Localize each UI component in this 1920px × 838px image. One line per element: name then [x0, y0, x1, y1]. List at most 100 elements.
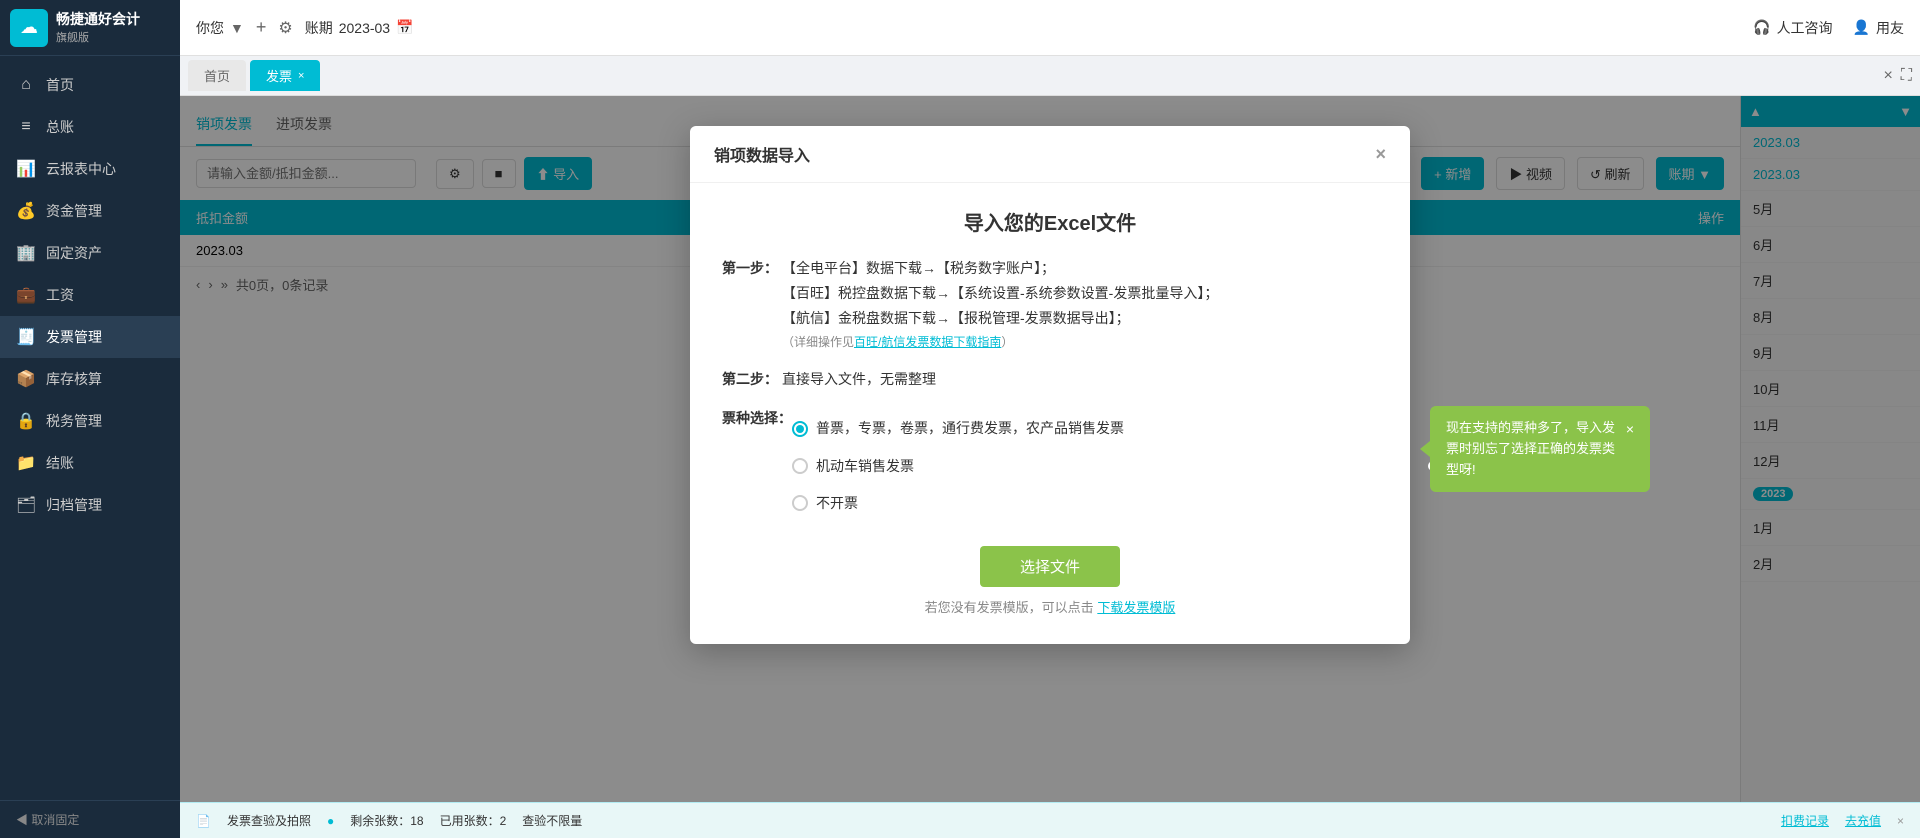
sidebar-item-close[interactable]: 📁 结账 — [0, 442, 180, 484]
window-expand-button[interactable]: ⛶ — [1901, 67, 1912, 85]
user-label: 用友 — [1876, 18, 1904, 38]
salary-icon: 💼 — [16, 285, 36, 305]
radio-noticket-circle — [792, 495, 808, 511]
modal-body: 导入您的Excel文件 第一步： 【全电平台】数据下载→【税务数字账户】； 【百… — [690, 183, 1410, 644]
tabs-bar: 首页 发票 × × ⛶ — [180, 56, 1920, 96]
sidebar-item-label: 发票管理 — [46, 327, 102, 347]
logo-sub: 旗舰版 — [56, 29, 140, 45]
radio-noticket[interactable]: 不开票 — [792, 491, 1378, 516]
status-check: 查验不限量 — [522, 812, 582, 829]
status-dot: ● — [327, 814, 334, 828]
topbar: 你您 ▼ + ⚙ 账期 2023-03 📅 🎧 人工咨询 👤 用友 — [180, 0, 1920, 56]
company-dropdown-icon: ▼ — [230, 20, 244, 36]
sidebar-item-reports[interactable]: 📊 云报表中心 — [0, 148, 180, 190]
tab-home[interactable]: 首页 — [188, 60, 246, 91]
inventory-icon: 📦 — [16, 369, 36, 389]
archive-icon: 🗂 — [16, 495, 36, 515]
step1-row: 第一步： 【全电平台】数据下载→【税务数字账户】； 【百旺】税控盘数据下载→【系… — [722, 256, 1378, 353]
tax-icon: 🔒 — [16, 411, 36, 431]
tab-invoice-close[interactable]: × — [298, 70, 304, 82]
tooltip-close-button[interactable]: × — [1626, 418, 1634, 440]
sidebar-item-inventory[interactable]: 📦 库存核算 — [0, 358, 180, 400]
sidebar-item-salary[interactable]: 💼 工资 — [0, 274, 180, 316]
sidebar-item-tax[interactable]: 🔒 税务管理 — [0, 400, 180, 442]
content-area: 销项发票 进项发票 ⚙ ■ ⬆ 导入 凭证 + 新增 ▶ 视频 ↺ — [180, 96, 1920, 802]
company-selector[interactable]: 你您 ▼ — [196, 18, 244, 38]
step2-label: 第二步： — [722, 367, 782, 392]
window-close-button[interactable]: × — [1883, 67, 1892, 85]
radio-normal[interactable]: 普票，专票，卷票，通行费发票，农产品销售发票 — [792, 416, 1378, 441]
step1-label: 第一步： — [722, 256, 782, 281]
sidebar-item-label: 归档管理 — [46, 495, 102, 515]
sidebar-item-label: 总账 — [46, 117, 74, 137]
tab-home-label: 首页 — [204, 66, 230, 85]
status-bar: 📄 发票查验及拍照 ● 剩余张数：18 已用张数：2 查验不限量 扣费记录 去充… — [180, 802, 1920, 838]
invoice-icon: 🧾 — [16, 327, 36, 347]
step1-line2: 【百旺】税控盘数据下载→【系统设置-系统参数设置-发票批量导入】； — [782, 281, 1378, 306]
download-guide-link[interactable]: 百旺/航信发票数据下载指南 — [854, 335, 1001, 349]
status-invoice-icon: 📄 — [196, 814, 211, 828]
sidebar-item-label: 税务管理 — [46, 411, 102, 431]
sidebar-item-funds[interactable]: 💰 资金管理 — [0, 190, 180, 232]
user-icon: 👤 — [1853, 19, 1870, 36]
headset-icon: 🎧 — [1753, 19, 1770, 36]
tooltip-text: 现在支持的票种多了，导入发票时别忘了选择正确的发票类型呀! — [1446, 420, 1615, 477]
step1-line1: 【全电平台】数据下载→【税务数字账户】； — [782, 256, 1378, 281]
sidebar-item-label: 固定资产 — [46, 243, 102, 263]
company-name: 你您 — [196, 18, 224, 38]
sidebar: ☁ 畅捷通好会计 旗舰版 ⌂ 首页 ≡ 总账 📊 云报表中心 💰 资金管理 — [0, 0, 180, 838]
sidebar-item-label: 结账 — [46, 453, 74, 473]
radio-normal-circle — [792, 421, 808, 437]
add-tab-button[interactable]: + — [256, 17, 267, 38]
status-label1: 发票查验及拍照 — [227, 812, 311, 829]
radio-motor[interactable]: 机动车销售发票 — [792, 454, 1378, 479]
radio-noticket-label: 不开票 — [816, 491, 858, 516]
sidebar-item-assets[interactable]: 🏢 固定资产 — [0, 232, 180, 274]
deduct-record-link[interactable]: 扣费记录 — [1781, 812, 1829, 829]
consult-label: 人工咨询 — [1777, 18, 1833, 38]
assets-icon: 🏢 — [16, 243, 36, 263]
sidebar-item-invoice[interactable]: 🧾 发票管理 — [0, 316, 180, 358]
topbar-right: 🎧 人工咨询 👤 用友 — [1753, 18, 1904, 38]
sidebar-item-archive[interactable]: 🗂 归档管理 — [0, 484, 180, 526]
sidebar-item-label: 工资 — [46, 285, 74, 305]
consult-button[interactable]: 🎧 人工咨询 — [1753, 18, 1832, 38]
modal-close-button[interactable]: × — [1375, 144, 1386, 165]
user-menu[interactable]: 👤 用友 — [1853, 18, 1904, 38]
sidebar-footer[interactable]: ◀ 取消固定 — [0, 800, 180, 838]
status-bar-close[interactable]: × — [1897, 814, 1904, 828]
select-file-button[interactable]: 选择文件 — [980, 546, 1120, 587]
status-remaining: 剩余张数：18 — [350, 812, 423, 829]
modal-import-title: 导入您的Excel文件 — [722, 207, 1378, 236]
tooltip-arrow — [1420, 441, 1430, 457]
sidebar-item-home[interactable]: ⌂ 首页 — [0, 64, 180, 106]
close-sidebar-icon: 📁 — [16, 453, 36, 473]
period-selector[interactable]: 账期 2023-03 📅 — [305, 18, 414, 38]
modal-header: 销项数据导入 × — [690, 126, 1410, 183]
period-label: 账期 — [305, 18, 333, 38]
radio-group: 普票，专票，卷票，通行费发票，农产品销售发票 机动车销售发票 — [792, 416, 1378, 516]
logo-icon: ☁ — [10, 9, 48, 47]
recharge-link[interactable]: 去充值 — [1845, 812, 1881, 829]
sidebar-nav: ⌂ 首页 ≡ 总账 📊 云报表中心 💰 资金管理 🏢 固定资产 💼 工资 — [0, 56, 180, 800]
settings-icon[interactable]: ⚙ — [278, 18, 292, 38]
import-modal: 销项数据导入 × 导入您的Excel文件 第一步： 【全电平台】数据下载→【税务… — [690, 126, 1410, 644]
main-area: 你您 ▼ + ⚙ 账期 2023-03 📅 🎧 人工咨询 👤 用友 — [180, 0, 1920, 838]
download-template-link[interactable]: 下载发票模版 — [1097, 600, 1175, 615]
step2-row: 第二步： 直接导入文件，无需整理 — [722, 367, 1378, 392]
modal-title-bar: 销项数据导入 — [714, 142, 810, 166]
ticket-row: 票种选择： 普票，专票，卷票，通行费发票，农产品销售发票 — [722, 406, 1378, 526]
modal-overlay: 销项数据导入 × 导入您的Excel文件 第一步： 【全电平台】数据下载→【税务… — [180, 96, 1920, 802]
tab-invoice[interactable]: 发票 × — [250, 60, 320, 91]
sidebar-item-label: 资金管理 — [46, 201, 102, 221]
ticket-label: 票种选择： — [722, 406, 792, 431]
status-used: 已用张数：2 — [440, 812, 507, 829]
step1-note: （详细操作见百旺/航信发票数据下载指南） — [782, 332, 1378, 354]
radio-motor-circle — [792, 458, 808, 474]
tab-invoice-label: 发票 — [266, 66, 292, 85]
sidebar-item-label: 首页 — [46, 75, 74, 95]
radio-normal-dot — [796, 425, 804, 433]
tooltip-box: × 现在支持的票种多了，导入发票时别忘了选择正确的发票类型呀! — [1430, 406, 1650, 492]
sidebar-item-ledger[interactable]: ≡ 总账 — [0, 106, 180, 148]
funds-icon: 💰 — [16, 201, 36, 221]
